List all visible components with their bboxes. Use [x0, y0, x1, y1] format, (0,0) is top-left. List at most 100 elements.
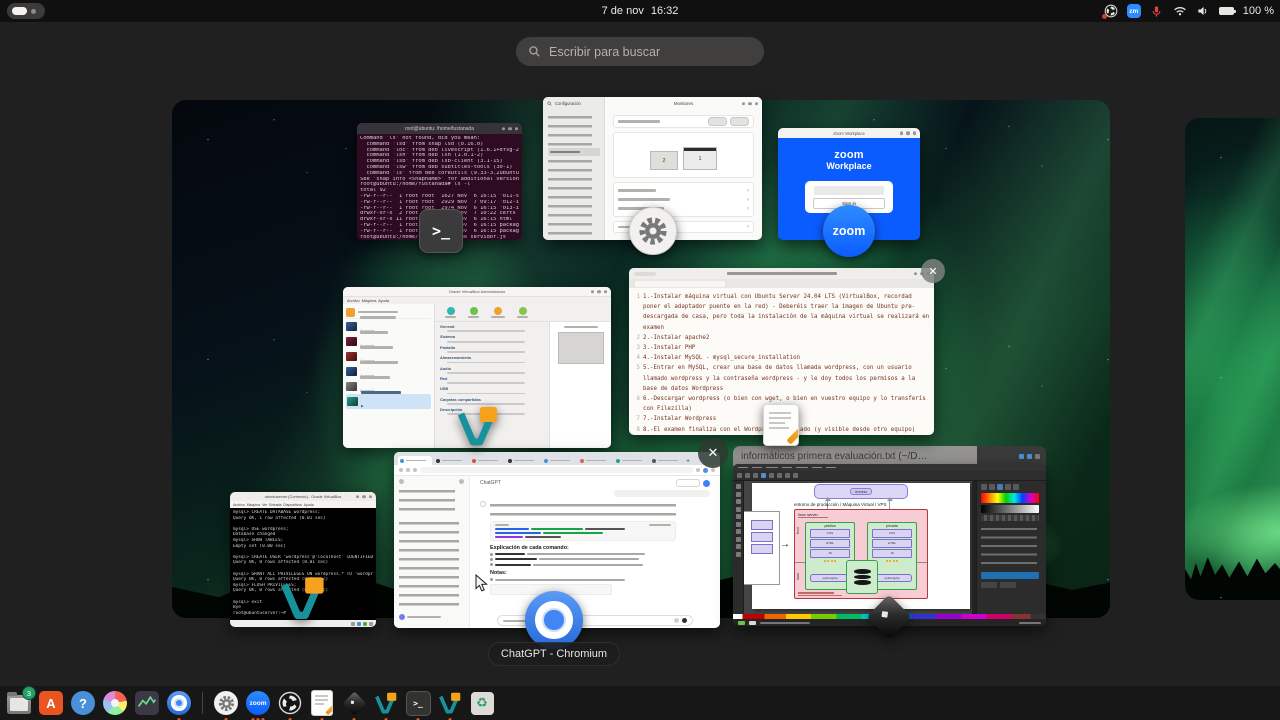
dock-zoom[interactable]: zoom [245, 690, 271, 720]
assistant-avatar [480, 501, 486, 507]
editor-tabbar[interactable] [629, 279, 934, 288]
vbox-vm-row-selected[interactable]: ▶ [346, 391, 431, 409]
zoom-join-button[interactable] [814, 185, 884, 195]
inkscape-canvas-area[interactable]: dominio entorno de producción / Máquina … [744, 481, 976, 614]
clock-menu[interactable]: 7 de nov 16:32 [602, 0, 679, 22]
virtualbox-app-icon [454, 402, 502, 450]
chromium-tab[interactable] [542, 456, 576, 465]
zoom-tray-icon[interactable]: zm [1126, 4, 1141, 18]
system-tray[interactable]: zm 100 % [1101, 0, 1274, 22]
console-menubar[interactable]: Archivo Máquina Ver Entrada Dispositivos… [230, 501, 376, 508]
dock-settings[interactable] [213, 690, 239, 720]
background-window-title: informáticos primera evaluación.txt (~/D… [733, 446, 977, 466]
grayscale-bar[interactable] [981, 505, 1039, 513]
wifi-icon[interactable] [1173, 4, 1187, 18]
vbox-vm-row[interactable]: Apagada [346, 316, 431, 334]
dock-text-editor[interactable] [309, 690, 335, 720]
mic-input-icon[interactable] [674, 618, 679, 623]
chatgpt-profile-row[interactable] [399, 614, 464, 620]
new-chat-icon[interactable] [459, 479, 464, 484]
display-1[interactable]: 1 [683, 147, 717, 170]
chatgpt-main: ChatGPT Explicación de cada comando: Not… [470, 476, 720, 628]
settings-search-icon[interactable] [547, 101, 552, 106]
share-button[interactable] [676, 479, 700, 487]
settings-row[interactable]: › [618, 186, 749, 195]
inkscape-vscrollbar[interactable] [972, 481, 976, 614]
assistant-paragraph [490, 501, 676, 518]
chromium-tab[interactable] [578, 456, 612, 465]
dock-obs[interactable] [277, 690, 303, 720]
dock-system-monitor[interactable] [134, 690, 160, 716]
dock-virtualbox[interactable] [373, 690, 399, 720]
send-icon[interactable] [682, 618, 687, 623]
back-icon[interactable] [399, 468, 403, 472]
dock-app-center[interactable]: A [38, 690, 64, 716]
dock-chromium[interactable] [166, 690, 192, 720]
dock-help[interactable]: ? [70, 690, 96, 716]
chromium-tab[interactable] [434, 456, 468, 465]
diagram-env-title: entorno de producción / Máquina Virtual … [794, 502, 887, 507]
microphone-icon[interactable] [1150, 4, 1164, 18]
chromium-tab[interactable] [470, 456, 504, 465]
panel-selected-row[interactable] [981, 572, 1039, 579]
reload-icon[interactable] [413, 468, 417, 472]
wallpaper-stars-2 [1185, 118, 1280, 600]
forward-icon[interactable] [406, 468, 410, 472]
dock-terminal[interactable]: >_ [405, 690, 431, 720]
menu-icon[interactable] [711, 468, 715, 472]
dock-inkscape[interactable] [341, 690, 367, 720]
chromium-toolbar[interactable] [394, 465, 720, 476]
volume-icon[interactable] [1196, 4, 1210, 18]
settings-sidebar-selected[interactable] [548, 148, 600, 156]
inkscape-toolbox[interactable] [733, 481, 744, 614]
diagram-flow-arrow: → [780, 539, 790, 550]
vbox-vm-list[interactable]: Apagada Apagada Apagada Apagada Apagada [343, 304, 435, 448]
dock-disk-usage-analyzer[interactable] [102, 690, 128, 716]
chromium-tabstrip[interactable]: + [394, 452, 720, 465]
close-window-chromium-button[interactable]: ✕ [698, 438, 728, 468]
settings-banner-button-1[interactable] [708, 117, 727, 126]
pattern-bar [981, 515, 1039, 521]
chromium-tab[interactable] [506, 456, 540, 465]
diagram-server-label: linux server [798, 511, 818, 517]
profile-avatar[interactable] [703, 467, 708, 473]
files-notification-badge: 3 [22, 686, 36, 700]
settings-app-title: Configuración [555, 101, 581, 106]
chromium-address-bar[interactable] [420, 467, 693, 473]
display-2[interactable]: 2 [650, 151, 678, 170]
settings-sidebar[interactable] [543, 110, 605, 240]
chromium-tab[interactable] [614, 456, 648, 465]
sidebar-toggle-icon[interactable] [399, 479, 404, 484]
dock-files[interactable]: 3 [6, 686, 36, 716]
user-message-bubble [614, 490, 710, 497]
obs-recording-dot [1101, 14, 1107, 19]
dock-virtualbox-vm[interactable] [437, 690, 463, 720]
search-input[interactable]: Escribir para buscar [516, 37, 764, 66]
inkscape-menubar[interactable] [733, 464, 1046, 471]
settings-banner-button-2[interactable] [730, 117, 749, 126]
chromium-tab-active[interactable] [398, 456, 432, 465]
diagram-server-box: linux server front back pública CSS HTML… [794, 509, 928, 599]
settings-display-arrangement[interactable]: 2 1 [613, 132, 754, 178]
editor-open-button[interactable] [634, 271, 656, 276]
inkscape-right-panel[interactable] [976, 481, 1046, 614]
chatgpt-model-selector[interactable]: ChatGPT [480, 480, 501, 486]
chromium-tab[interactable] [650, 456, 684, 465]
workspace-indicator[interactable] [7, 3, 45, 19]
vbox-toolbar[interactable] [435, 304, 611, 322]
close-window-editor-button[interactable]: ✕ [921, 259, 945, 283]
vbox-menubar[interactable]: Archivo Máquina Ayuda [343, 297, 611, 304]
extensions-icon [696, 468, 700, 472]
diagram-js-box: JS [810, 549, 850, 559]
chatgpt-sidebar[interactable] [394, 476, 470, 628]
inkscape-commands-bar[interactable] [733, 471, 1046, 481]
workspace-preview-next[interactable] [1185, 118, 1280, 600]
settings-row[interactable]: › [618, 195, 749, 204]
background-window-titlebar[interactable]: informáticos primera evaluación.txt (~/D… [733, 446, 1046, 466]
color-spectrum-bar[interactable] [981, 493, 1039, 503]
chromium-app-icon [525, 591, 583, 649]
chromium-new-tab-button[interactable]: + [686, 458, 690, 465]
settings-banner [613, 115, 754, 128]
dock-trash[interactable]: ♻ [469, 690, 495, 716]
obs-tray-icon[interactable] [1101, 4, 1118, 19]
